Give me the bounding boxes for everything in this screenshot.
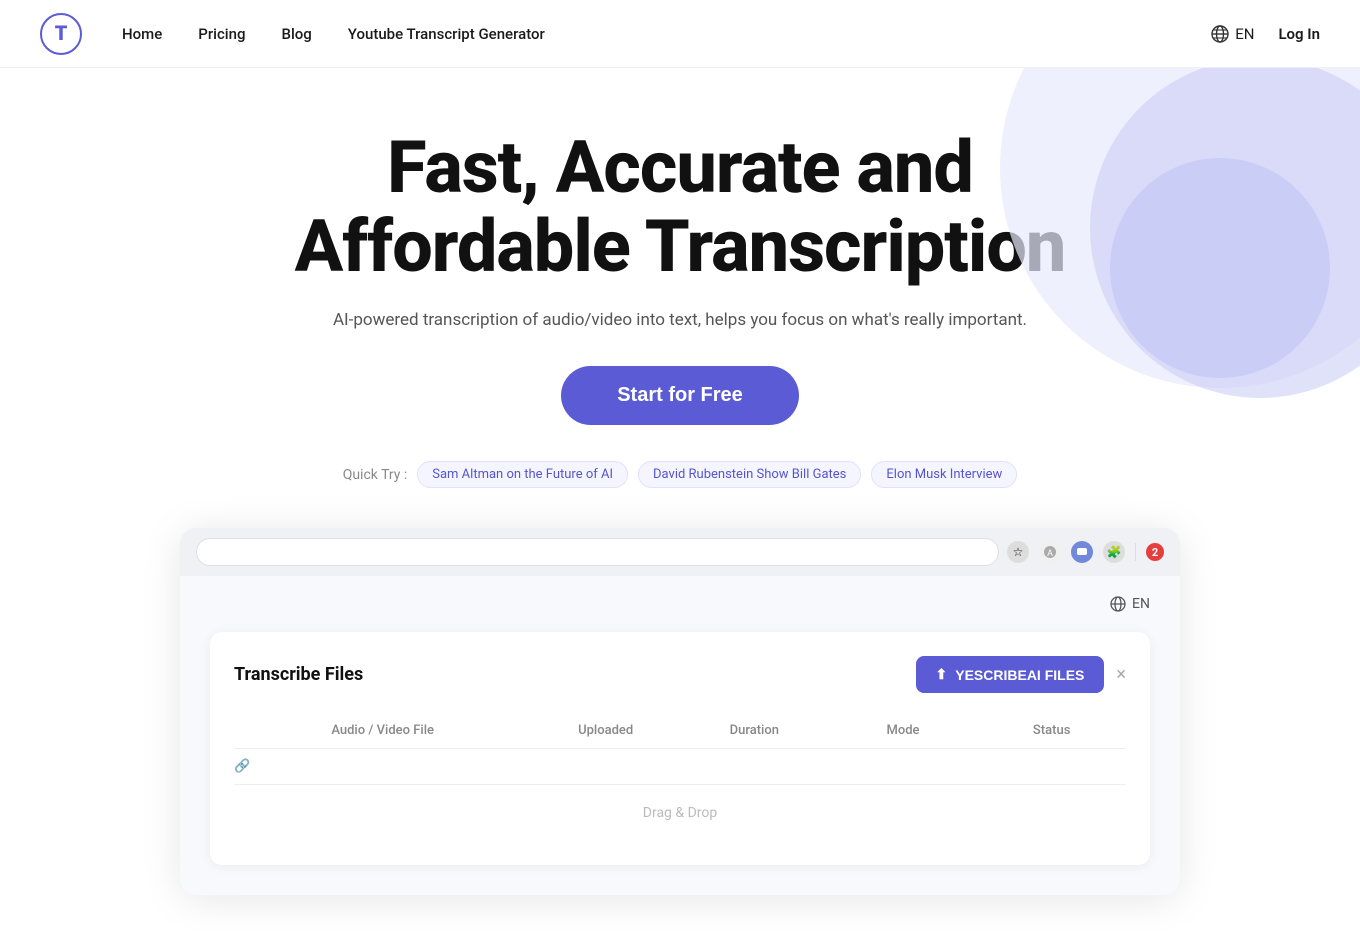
app-topbar: EN bbox=[210, 596, 1150, 612]
quick-try-tag-1[interactable]: David Rubenstein Show Bill Gates bbox=[638, 461, 861, 488]
browser-url-bar bbox=[196, 538, 999, 566]
login-button[interactable]: Log In bbox=[1278, 25, 1320, 43]
cta-start-free[interactable]: Start for Free bbox=[561, 366, 799, 425]
navbar: T Home Pricing Blog Youtube Transcript G… bbox=[0, 0, 1360, 68]
link-icon: 🔗 bbox=[234, 759, 250, 774]
nav-youtube[interactable]: Youtube Transcript Generator bbox=[348, 25, 545, 43]
divider bbox=[1135, 543, 1136, 561]
hero-subtitle: AI-powered transcription of audio/video … bbox=[20, 310, 1340, 330]
notification-badge: 2 bbox=[1146, 543, 1164, 561]
nav-pricing[interactable]: Pricing bbox=[198, 25, 245, 43]
quick-try-label: Quick Try : bbox=[343, 467, 408, 483]
browser-bar: ☆ A 🧩 2 bbox=[180, 528, 1180, 576]
col-file: Audio / Video File bbox=[234, 723, 531, 738]
chat-icon bbox=[1071, 541, 1093, 563]
file-cell: 🔗 bbox=[234, 759, 1126, 774]
app-globe-icon bbox=[1110, 596, 1126, 612]
upload-icon: ⬆ bbox=[936, 666, 948, 683]
browser-icons: ☆ A 🧩 2 bbox=[1007, 541, 1164, 563]
drag-drop-area[interactable]: Drag & Drop bbox=[234, 785, 1126, 841]
nav-home[interactable]: Home bbox=[122, 25, 162, 43]
table-header: Audio / Video File Uploaded Duration Mod… bbox=[234, 713, 1126, 749]
svg-text:A: A bbox=[1047, 549, 1053, 559]
svg-text:T: T bbox=[55, 21, 68, 45]
col-uploaded: Uploaded bbox=[531, 723, 680, 738]
table-row-empty: 🔗 bbox=[234, 749, 1126, 785]
hero-section: Fast, Accurate and Affordable Transcript… bbox=[0, 68, 1360, 935]
logo[interactable]: T bbox=[40, 13, 82, 55]
lang-label: EN bbox=[1235, 25, 1254, 43]
upload-button[interactable]: ⬆ YESCRIBEAI FILES bbox=[916, 656, 1105, 693]
globe-icon bbox=[1211, 25, 1229, 43]
app-inner: EN Transcribe Files ⬆ YESCRIBEAI FILES × bbox=[180, 576, 1180, 895]
transcribe-header: Transcribe Files ⬆ YESCRIBEAI FILES × bbox=[234, 656, 1126, 693]
quick-try-section: Quick Try : Sam Altman on the Future of … bbox=[20, 461, 1340, 488]
extension-icon: 🧩 bbox=[1103, 541, 1125, 563]
close-button[interactable]: × bbox=[1116, 664, 1126, 685]
ai-icon: A bbox=[1039, 541, 1061, 563]
hero-title: Fast, Accurate and Affordable Transcript… bbox=[270, 128, 1090, 286]
quick-try-tag-2[interactable]: Elon Musk Interview bbox=[871, 461, 1017, 488]
quick-try-tag-0[interactable]: Sam Altman on the Future of AI bbox=[417, 461, 628, 488]
star-icon: ☆ bbox=[1007, 541, 1029, 563]
col-duration: Duration bbox=[680, 723, 829, 738]
nav-blog[interactable]: Blog bbox=[281, 25, 311, 43]
col-mode: Mode bbox=[829, 723, 978, 738]
col-status: Status bbox=[977, 723, 1126, 738]
transcribe-title: Transcribe Files bbox=[234, 664, 363, 685]
app-preview: ☆ A 🧩 2 bbox=[180, 528, 1180, 895]
nav-right: EN Log In bbox=[1211, 25, 1320, 43]
nav-links: Home Pricing Blog Youtube Transcript Gen… bbox=[122, 25, 1211, 43]
app-lang-label: EN bbox=[1132, 596, 1150, 612]
app-lang-selector[interactable]: EN bbox=[1110, 596, 1150, 612]
language-selector[interactable]: EN bbox=[1211, 25, 1254, 43]
transcribe-card: Transcribe Files ⬆ YESCRIBEAI FILES × Au… bbox=[210, 632, 1150, 865]
